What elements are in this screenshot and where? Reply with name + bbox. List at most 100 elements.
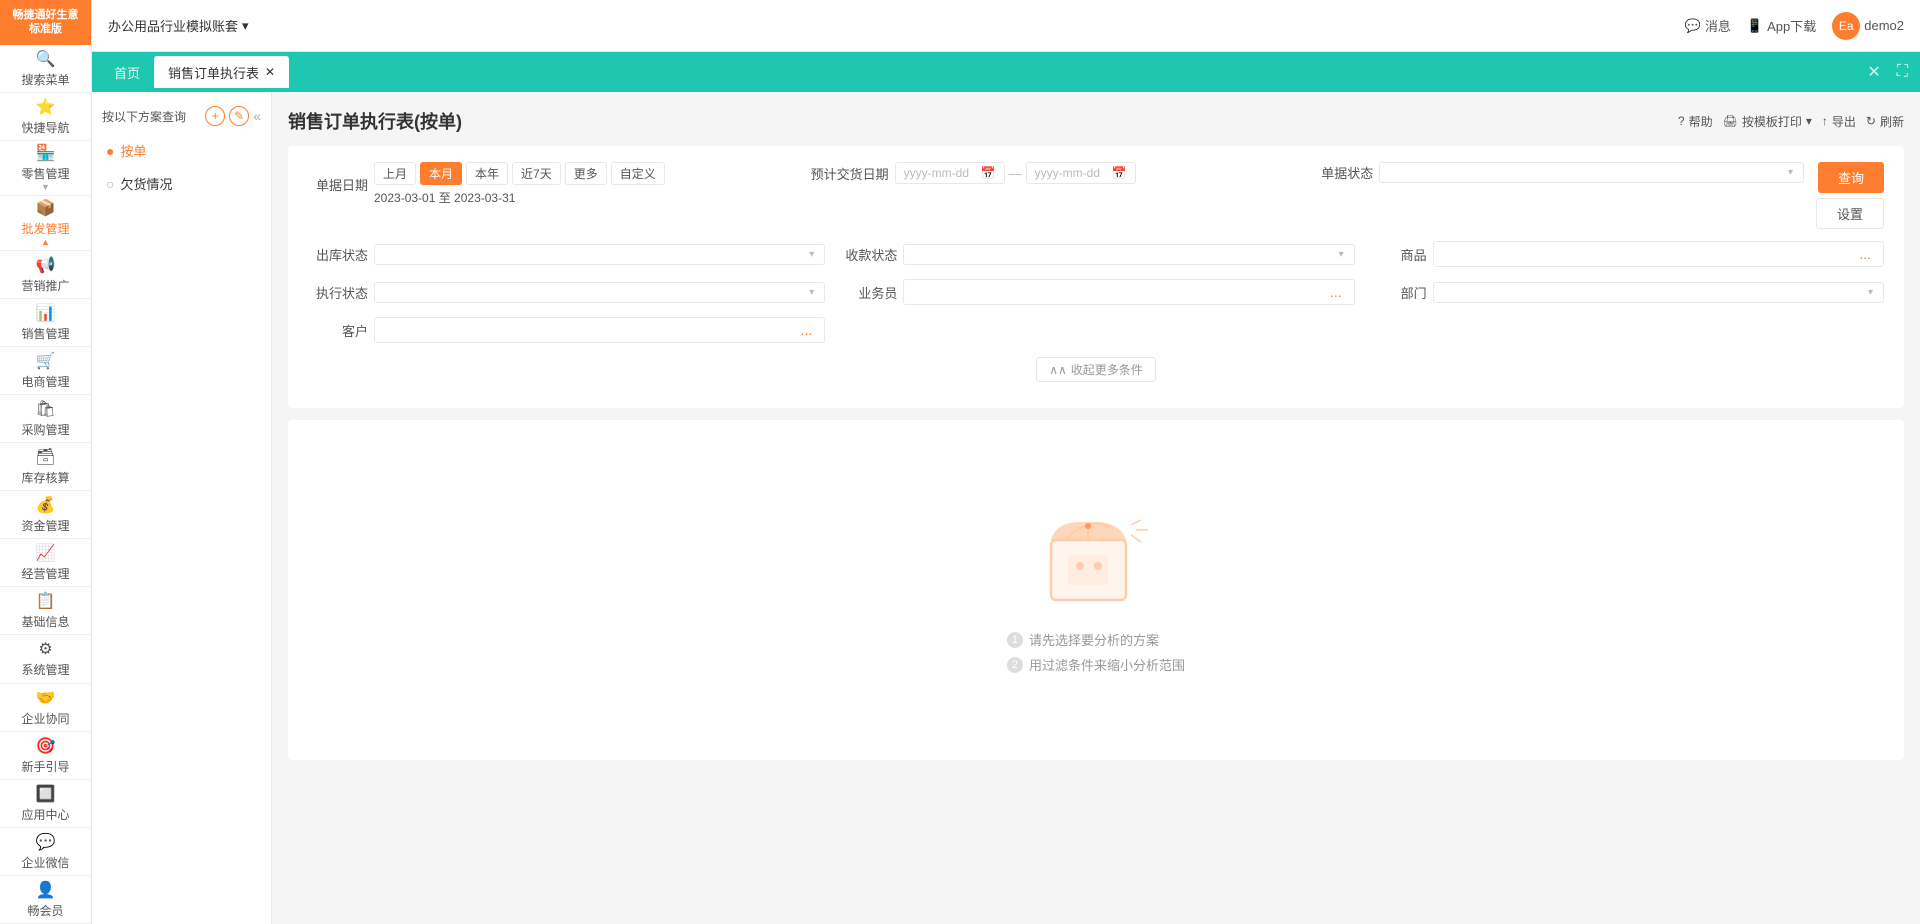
status-select[interactable]: ▾	[1379, 162, 1804, 183]
sidebar-item-collab[interactable]: 🤝 企业协同	[0, 684, 91, 732]
message-label: 消息	[1705, 16, 1731, 35]
exec-label: 执行状态	[308, 283, 368, 302]
message-btn[interactable]: 💬 消息	[1685, 16, 1731, 35]
tabbar: 首页 销售订单执行表 ✕ ✕ ⛶	[92, 52, 1920, 92]
sidebar-item-label: 销售管理	[21, 325, 69, 342]
warehouse-filter-group: 出库状态 ▾	[308, 244, 825, 265]
salesman-filter-group: 业务员 ...	[837, 279, 1354, 305]
sidebar-item-finance[interactable]: 💰 资金管理	[0, 491, 91, 539]
tabbar-actions: ✕ ⛶	[1863, 58, 1912, 86]
refresh-label: 刷新	[1880, 113, 1904, 130]
preset-last-month[interactable]: 上月	[374, 162, 416, 185]
sidebar-item-label: 系统管理	[21, 661, 69, 678]
breadcrumb-dropdown[interactable]: 办公用品行业模拟账套 ▾	[108, 16, 249, 35]
sidebar-item-retail[interactable]: 🏪 零售管理 ▼	[0, 141, 91, 196]
date-dash: —	[1009, 166, 1022, 181]
sidebar-item-inventory[interactable]: 🗃 库存核算	[0, 443, 91, 491]
scheme-item-label: 欠货情况	[120, 174, 172, 193]
finance-icon: 💰	[36, 495, 56, 515]
empty-tip-1: 1 请先选择要分析的方案	[1007, 630, 1185, 649]
page-header: 销售订单执行表(按单) ? 帮助 🖨 按模板打印 ▾ ↑ 导出	[288, 108, 1904, 134]
status-filter-group: 单据状态 ▾	[1313, 162, 1804, 183]
expected-date-to[interactable]: yyyy-mm-dd 📅	[1026, 162, 1136, 184]
wholesale-icon: 📦	[36, 198, 56, 218]
empty-illustration	[1036, 500, 1156, 610]
goods-more-btn[interactable]: ...	[1855, 246, 1875, 262]
collapse-filter-btn[interactable]: ∧∧ 收起更多条件	[1036, 357, 1156, 382]
filter-card: 单据日期 上月 本月 本年 近7天 更多 自定义 2023-	[288, 146, 1904, 408]
dept-select[interactable]: ▾	[1433, 282, 1884, 303]
add-scheme-btn[interactable]: +	[205, 106, 225, 126]
preset-this-month[interactable]: 本月	[420, 162, 462, 185]
sidebar-item-basicinfo[interactable]: 📋 基础信息	[0, 587, 91, 635]
refresh-icon: ↻	[1866, 114, 1876, 128]
app-logo: 畅捷通好生意 标准版	[0, 0, 91, 45]
preset-custom[interactable]: 自定义	[611, 162, 665, 185]
sidebar-item-marketing[interactable]: 📢 营销推广	[0, 251, 91, 299]
user-name: demo2	[1864, 18, 1904, 33]
purchase-icon: 🛍	[35, 399, 55, 419]
tab-close-icon[interactable]: ✕	[265, 65, 275, 79]
tab-home[interactable]: 首页	[100, 56, 154, 88]
sidebar-item-member[interactable]: 👤 畅会员	[0, 876, 91, 924]
sidebar-item-label: 营销推广	[21, 277, 69, 294]
sidebar-item-ecommerce[interactable]: 🛒 电商管理	[0, 347, 91, 395]
scheme-item-shortage[interactable]: ○ 欠货情况	[92, 167, 271, 200]
sidebar-item-appcenter[interactable]: 🔲 应用中心	[0, 780, 91, 828]
tab-home-label: 首页	[114, 63, 140, 82]
print-btn[interactable]: 🖨 按模板打印 ▾	[1723, 113, 1812, 130]
user-menu[interactable]: Ea demo2	[1832, 12, 1904, 40]
sidebar-item-sales[interactable]: 📊 销售管理	[0, 299, 91, 347]
topbar: 办公用品行业模拟账套 ▾ 💬 消息 📱 App下载 Ea demo2	[92, 0, 1920, 52]
print-icon: 🖨	[1723, 114, 1738, 128]
sidebar-item-search[interactable]: 🔍 搜索菜单	[0, 45, 91, 93]
window-expand-icon[interactable]: ⛶	[1893, 59, 1912, 85]
sidebar-item-label: 搜索菜单	[21, 71, 69, 88]
collapse-label: 收起更多条件	[1071, 361, 1143, 378]
app-download-btn[interactable]: 📱 App下载	[1747, 16, 1816, 35]
sidebar-item-quicknav[interactable]: ⭐ 快捷导航	[0, 93, 91, 141]
app-download-label: App下载	[1767, 16, 1816, 35]
inventory-icon: 🗃	[35, 447, 55, 467]
salesman-more-btn[interactable]: ...	[1326, 284, 1346, 300]
sidebar-item-label: 库存核算	[21, 469, 69, 486]
export-btn[interactable]: ↑ 导出	[1822, 113, 1856, 130]
empty-tips: 1 请先选择要分析的方案 2 用过滤条件来缩小分析范围	[1007, 630, 1185, 680]
reset-button[interactable]: 设置	[1816, 198, 1884, 229]
scheme-item-single[interactable]: ● 按单	[92, 134, 271, 167]
print-label: 按模板打印	[1742, 113, 1802, 130]
tab-sales-order[interactable]: 销售订单执行表 ✕	[154, 56, 289, 88]
sidebar-item-system[interactable]: ⚙ 系统管理	[0, 635, 91, 683]
customer-more-btn[interactable]: ...	[797, 322, 817, 338]
exec-chevron-icon: ▾	[809, 287, 814, 298]
expected-from-placeholder: yyyy-mm-dd	[904, 166, 969, 180]
exec-select[interactable]: ▾	[374, 282, 825, 303]
preset-7days[interactable]: 近7天	[512, 162, 561, 185]
sidebar-item-newbie[interactable]: 🎯 新手引导	[0, 732, 91, 780]
date-label: 单据日期	[308, 175, 368, 194]
dropdown-chevron-icon: ▾	[242, 18, 249, 34]
expected-date-from[interactable]: yyyy-mm-dd 📅	[895, 162, 1005, 184]
help-btn[interactable]: ? 帮助	[1678, 113, 1713, 130]
dept-label: 部门	[1367, 283, 1427, 302]
window-close-icon[interactable]: ✕	[1863, 58, 1884, 86]
dept-chevron-icon: ▾	[1868, 287, 1873, 298]
logo-subtext: 标准版	[29, 22, 62, 36]
payment-select[interactable]: ▾	[903, 244, 1354, 265]
dept-filter-group: 部门 ▾	[1367, 282, 1884, 303]
sidebar-item-wechat[interactable]: 💬 企业微信	[0, 828, 91, 876]
preset-more[interactable]: 更多	[565, 162, 607, 185]
tip-text-1: 请先选择要分析的方案	[1029, 630, 1159, 649]
collapse-panel-btn[interactable]: «	[253, 108, 261, 124]
sidebar-item-operations[interactable]: 📈 经营管理	[0, 539, 91, 587]
warehouse-select[interactable]: ▾	[374, 244, 825, 265]
left-panel-title: 按以下方案查询	[102, 108, 186, 125]
sidebar-item-wholesale[interactable]: 📦 批发管理 ▲	[0, 196, 91, 251]
refresh-btn[interactable]: ↻ 刷新	[1866, 113, 1904, 130]
sidebar-item-purchase[interactable]: 🛍 采购管理	[0, 395, 91, 443]
preset-this-year[interactable]: 本年	[466, 162, 508, 185]
payment-chevron-icon: ▾	[1339, 249, 1344, 260]
edit-scheme-btn[interactable]: ✎	[229, 106, 249, 126]
date-range-text: 2023-03-01 至 2023-03-31	[374, 189, 515, 206]
query-button[interactable]: 查询	[1818, 162, 1884, 193]
